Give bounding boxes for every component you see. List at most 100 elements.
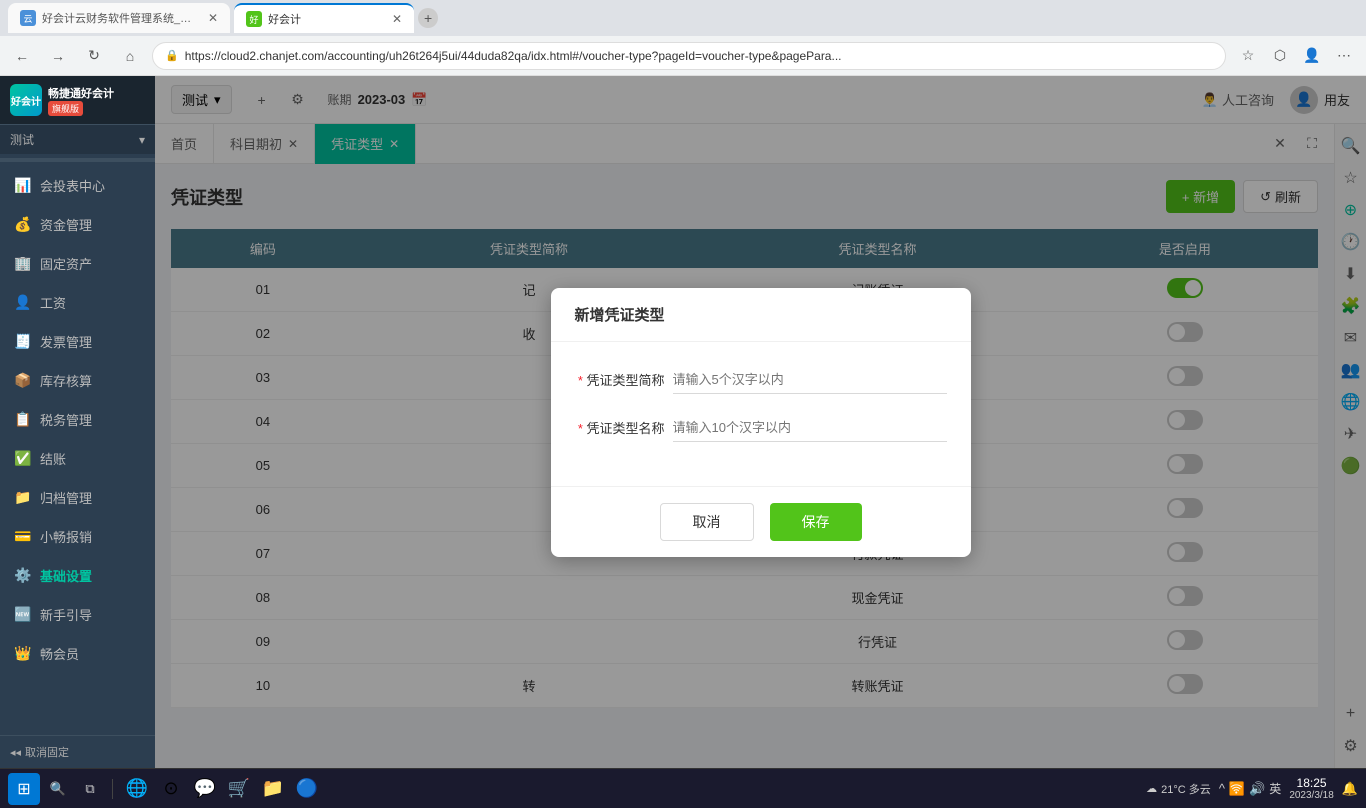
sidebar-item-guide[interactable]: 🆕 新手引导 — [0, 595, 155, 634]
bell-icon: 🔔 — [1342, 781, 1358, 796]
browser-tab-2[interactable]: 好 好会计 ✕ — [234, 3, 414, 33]
volume-icon[interactable]: 🔊 — [1249, 781, 1265, 797]
address-bar[interactable]: 🔒 https://cloud2.chanjet.com/accounting/… — [152, 42, 1226, 70]
tab-label-2: 好会计 — [268, 11, 301, 27]
sidebar-item-invoice[interactable]: 🧾 发票管理 — [0, 322, 155, 361]
weather-display: ☁ 21°C 多云 — [1146, 781, 1211, 797]
sidebar-item-label: 归档管理 — [40, 488, 92, 507]
taskbar-files[interactable]: 📁 — [257, 773, 289, 805]
sidebar-item-label: 畅会员 — [40, 644, 79, 663]
store-icon: 🛒 — [228, 778, 250, 799]
sidebar-logo: 好会计 畅捷通好会计 旗舰版 — [0, 76, 155, 125]
wechat-icon: 💬 — [194, 778, 216, 799]
taskbar: ⊞ 🔍 ⧉ 🌐 ⊙ 💬 🛒 📁 🔵 ☁ 21°C 多云 ^ 🛜 — [0, 768, 1366, 808]
back-button[interactable]: ← — [8, 42, 36, 70]
content-area: 凭证类型 + 新增 ↺ 刷新 编码 — [155, 164, 1334, 768]
sidebar-item-settlement[interactable]: ✅ 结账 — [0, 439, 155, 478]
main-area: 测试 ▾ + ⚙ 账期 2023-03 📅 👨‍💼 人工咨询 👤 用友 — [155, 76, 1366, 768]
inventory-icon: 📦 — [14, 372, 32, 390]
sidebar-item-salary[interactable]: 👤 工资 — [0, 283, 155, 322]
date-display: 2023/3/18 — [1289, 790, 1334, 801]
tax-icon: 📋 — [14, 411, 32, 429]
field-name-label: 凭证类型名称 — [575, 418, 665, 437]
sidebar-item-dashboard[interactable]: 📊 会投表中心 — [0, 166, 155, 205]
network-icon[interactable]: 🛜 — [1229, 781, 1245, 797]
logo-badge: 旗舰版 — [48, 101, 83, 116]
browser-nav: ← → ↻ ⌂ 🔒 https://cloud2.chanjet.com/acc… — [0, 36, 1366, 76]
tab-favicon-1: 云 — [20, 10, 36, 26]
clock[interactable]: 18:25 2023/3/18 — [1289, 776, 1334, 801]
taskview-button[interactable]: ⧉ — [76, 775, 104, 803]
extensions-icon[interactable]: ⬡ — [1266, 42, 1294, 70]
form-field-name: 凭证类型名称 — [575, 414, 947, 442]
tab-favicon-2: 好 — [246, 11, 262, 27]
taskbar-edge2[interactable]: 🔵 — [291, 773, 323, 805]
files-icon: 📁 — [262, 778, 284, 799]
unpin-label: 取消固定 — [25, 744, 69, 760]
sidebar: 好会计 畅捷通好会计 旗舰版 测试 ▾ 📊 会投表中心 💰 资金管理 🏢 固定资… — [0, 76, 155, 768]
unpin-button[interactable]: ◂◂ 取消固定 — [10, 744, 145, 760]
field-name-input[interactable] — [673, 414, 947, 442]
sidebar-item-label: 会投表中心 — [40, 176, 105, 195]
edge-icon: 🌐 — [126, 778, 148, 799]
sidebar-item-label: 小畅报销 — [40, 527, 92, 546]
logo-text: 畅捷通好会计 — [48, 85, 114, 101]
chevron-up-icon[interactable]: ^ — [1219, 781, 1225, 796]
tab-close-1[interactable]: ✕ — [208, 11, 218, 25]
save-button[interactable]: 保存 — [770, 503, 862, 541]
sidebar-item-expense[interactable]: 💳 小畅报销 — [0, 517, 155, 556]
sidebar-item-label: 新手引导 — [40, 605, 92, 624]
taskbar-edge[interactable]: 🌐 — [121, 773, 153, 805]
taskbar-right: ☁ 21°C 多云 ^ 🛜 🔊 英 18:25 2023/3/18 🔔 — [1146, 776, 1358, 801]
sidebar-footer: ◂◂ 取消固定 — [0, 735, 155, 768]
modal-header: 新增凭证类型 — [551, 288, 971, 342]
sidebar-item-inventory[interactable]: 📦 库存核算 — [0, 361, 155, 400]
reload-button[interactable]: ↻ — [80, 42, 108, 70]
bookmark-icon[interactable]: ☆ — [1234, 42, 1262, 70]
weather-icon: ☁ — [1146, 782, 1157, 795]
lang-indicator[interactable]: 英 — [1269, 780, 1281, 797]
taskbar-chrome[interactable]: ⊙ — [155, 773, 187, 805]
settings-icon[interactable]: ⋯ — [1330, 42, 1358, 70]
sidebar-item-settings[interactable]: ⚙️ 基础设置 — [0, 556, 155, 595]
field-abbr-input[interactable] — [673, 366, 947, 394]
cancel-button[interactable]: 取消 — [660, 503, 754, 541]
sidebar-item-label: 工资 — [40, 293, 66, 312]
notification-icon[interactable]: 🔔 — [1342, 781, 1358, 797]
browser-nav-icons: ☆ ⬡ 👤 ⋯ — [1234, 42, 1358, 70]
settings-icon: ⚙️ — [14, 567, 32, 585]
taskbar-store[interactable]: 🛒 — [223, 773, 255, 805]
forward-button[interactable]: → — [44, 42, 72, 70]
taskbar-search[interactable]: 🔍 — [44, 775, 72, 803]
sidebar-item-tax[interactable]: 📋 税务管理 — [0, 400, 155, 439]
app-layout: 好会计 畅捷通好会计 旗舰版 测试 ▾ 📊 会投表中心 💰 资金管理 🏢 固定资… — [0, 76, 1366, 768]
sidebar-item-archive[interactable]: 📁 归档管理 — [0, 478, 155, 517]
sidebar-item-member[interactable]: 👑 畅会员 — [0, 634, 155, 673]
logo-icon: 好会计 — [10, 84, 42, 116]
invoice-icon: 🧾 — [14, 333, 32, 351]
sidebar-item-label: 固定资产 — [40, 254, 92, 273]
tab-close-2[interactable]: ✕ — [392, 12, 402, 26]
weather-text: 21°C 多云 — [1161, 781, 1211, 797]
sidebar-item-label: 发票管理 — [40, 332, 92, 351]
sidebar-workspace-selector[interactable]: 测试 ▾ — [0, 125, 155, 154]
modal-footer: 取消 保存 — [551, 486, 971, 557]
sidebar-menu: 📊 会投表中心 💰 资金管理 🏢 固定资产 👤 工资 🧾 发票管理 📦 — [0, 154, 155, 735]
modal-body: 凭证类型简称 凭证类型名称 — [551, 342, 971, 486]
start-button[interactable]: ⊞ — [8, 773, 40, 805]
expense-icon: 💳 — [14, 528, 32, 546]
browser-tab-1[interactable]: 云 好会计云财务软件管理系统_会计 ✕ — [8, 3, 230, 33]
sidebar-item-assets[interactable]: 🏢 固定资产 — [0, 244, 155, 283]
home-button[interactable]: ⌂ — [116, 42, 144, 70]
modal-title: 新增凭证类型 — [575, 307, 665, 324]
new-tab-button[interactable]: + — [418, 8, 438, 28]
salary-icon: 👤 — [14, 294, 32, 312]
sidebar-item-label: 税务管理 — [40, 410, 92, 429]
user-icon[interactable]: 👤 — [1298, 42, 1326, 70]
taskbar-wechat[interactable]: 💬 — [189, 773, 221, 805]
taskbar-apps: 🌐 ⊙ 💬 🛒 📁 🔵 — [121, 773, 323, 805]
taskview-icon: ⧉ — [85, 781, 94, 797]
sidebar-item-funds[interactable]: 💰 资金管理 — [0, 205, 155, 244]
archive-icon: 📁 — [14, 489, 32, 507]
chrome-icon: ⊙ — [163, 778, 178, 799]
